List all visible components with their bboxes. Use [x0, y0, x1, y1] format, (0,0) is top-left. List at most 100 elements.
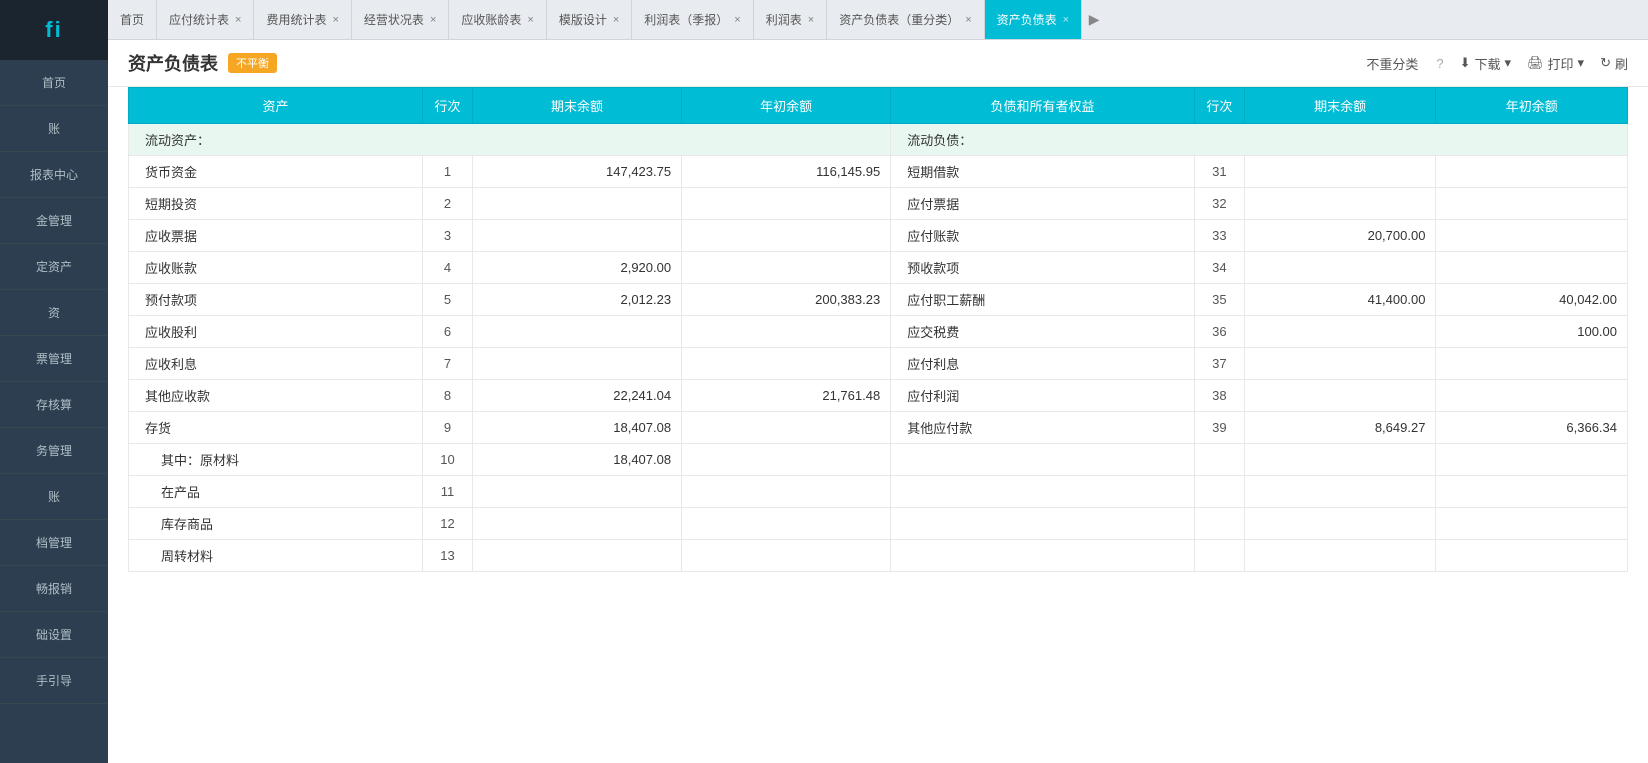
end-balance-right[interactable]: 20,700.00: [1244, 220, 1436, 252]
end-balance-right[interactable]: [1244, 156, 1436, 188]
sidebar-item-invoice-mgmt[interactable]: 票管理: [0, 336, 108, 382]
end-balance-right[interactable]: [1244, 380, 1436, 412]
begin-balance-left[interactable]: [682, 412, 891, 444]
sidebar-item-archive[interactable]: 档管理: [0, 520, 108, 566]
sidebar-item-fixed-assets[interactable]: 定资产: [0, 244, 108, 290]
close-icon[interactable]: ×: [734, 14, 740, 26]
sidebar-item-basic-settings[interactable]: 础设置: [0, 612, 108, 658]
end-balance-left[interactable]: [472, 540, 681, 572]
end-balance-right[interactable]: [1244, 188, 1436, 220]
close-icon[interactable]: ×: [808, 14, 814, 26]
begin-balance-right[interactable]: [1436, 476, 1628, 508]
table-row: 存货 9 18,407.08 其他应付款 39 8,649.27 6,366.3…: [129, 412, 1628, 444]
col-row-num-left: 行次: [422, 88, 472, 124]
sidebar-item-home[interactable]: 首页: [0, 60, 108, 106]
tab-profit-quarterly[interactable]: 利润表（季报） ×: [632, 0, 753, 40]
end-balance-right[interactable]: [1244, 348, 1436, 380]
end-balance-left[interactable]: 147,423.75: [472, 156, 681, 188]
close-icon[interactable]: ×: [1063, 14, 1069, 26]
refresh-button[interactable]: ↻ 刷: [1600, 54, 1628, 73]
begin-balance-left[interactable]: [682, 188, 891, 220]
end-balance-right[interactable]: [1244, 316, 1436, 348]
end-balance-left[interactable]: [472, 348, 681, 380]
close-icon[interactable]: ×: [430, 14, 436, 26]
end-balance-left[interactable]: [472, 316, 681, 348]
begin-balance-right[interactable]: [1436, 252, 1628, 284]
begin-balance-left[interactable]: [682, 540, 891, 572]
begin-balance-right[interactable]: [1436, 508, 1628, 540]
print-button[interactable]: 🖨 打印 ▾: [1527, 54, 1584, 73]
sidebar-item-ledger[interactable]: 账: [0, 474, 108, 520]
tabs-scroll-arrow[interactable]: ▶: [1082, 11, 1106, 28]
begin-balance-right[interactable]: [1436, 380, 1628, 412]
close-icon[interactable]: ×: [965, 14, 971, 26]
row-num-right: [1194, 508, 1244, 540]
begin-balance-left[interactable]: [682, 252, 891, 284]
close-icon[interactable]: ×: [235, 14, 241, 26]
sidebar-item-account[interactable]: 账: [0, 106, 108, 152]
row-num-right: [1194, 476, 1244, 508]
tab-template-design[interactable]: 模版设计 ×: [547, 0, 632, 40]
end-balance-left[interactable]: 18,407.08: [472, 412, 681, 444]
begin-balance-right[interactable]: [1436, 156, 1628, 188]
begin-balance-right[interactable]: [1436, 540, 1628, 572]
end-balance-left[interactable]: 2,920.00: [472, 252, 681, 284]
close-icon[interactable]: ×: [613, 14, 619, 26]
sidebar-item-report-center[interactable]: 报表中心: [0, 152, 108, 198]
tab-home[interactable]: 首页: [108, 0, 157, 40]
end-balance-left[interactable]: 18,407.08: [472, 444, 681, 476]
end-balance-left[interactable]: [472, 220, 681, 252]
row-num-left: 5: [422, 284, 472, 316]
end-balance-left[interactable]: 2,012.23: [472, 284, 681, 316]
row-num-left: 10: [422, 444, 472, 476]
begin-balance-right[interactable]: 100.00: [1436, 316, 1628, 348]
tab-operation[interactable]: 经营状况表 ×: [352, 0, 449, 40]
begin-balance-left[interactable]: [682, 316, 891, 348]
begin-balance-left[interactable]: 21,761.48: [682, 380, 891, 412]
tab-expense-stat[interactable]: 费用统计表 ×: [254, 0, 351, 40]
liability-label: 短期借款: [891, 156, 1195, 188]
begin-balance-left[interactable]: [682, 508, 891, 540]
begin-balance-left[interactable]: [682, 444, 891, 476]
begin-balance-left[interactable]: [682, 348, 891, 380]
begin-balance-right[interactable]: [1436, 444, 1628, 476]
help-icon[interactable]: ?: [1436, 56, 1443, 71]
table-row: 预付款项 5 2,012.23 200,383.23 应付职工薪酬 35 41,…: [129, 284, 1628, 316]
begin-balance-left[interactable]: 200,383.23: [682, 284, 891, 316]
begin-balance-right[interactable]: [1436, 348, 1628, 380]
close-icon[interactable]: ×: [332, 14, 338, 26]
download-button[interactable]: ⬇ 下载 ▾: [1460, 54, 1511, 73]
close-icon[interactable]: ×: [527, 14, 533, 26]
end-balance-right[interactable]: [1244, 476, 1436, 508]
tab-receivable-aging[interactable]: 应收账龄表 ×: [449, 0, 546, 40]
end-balance-right[interactable]: 41,400.00: [1244, 284, 1436, 316]
tab-balance-reclassify[interactable]: 资产负债表（重分类） ×: [827, 0, 984, 40]
liability-label: [891, 540, 1195, 572]
begin-balance-right[interactable]: 40,042.00: [1436, 284, 1628, 316]
end-balance-left[interactable]: 22,241.04: [472, 380, 681, 412]
begin-balance-left[interactable]: [682, 220, 891, 252]
sidebar-item-guide[interactable]: 手引导: [0, 658, 108, 704]
tab-payable-stat[interactable]: 应付统计表 ×: [157, 0, 254, 40]
end-balance-right[interactable]: [1244, 540, 1436, 572]
begin-balance-right[interactable]: [1436, 220, 1628, 252]
begin-balance-left[interactable]: 116,145.95: [682, 156, 891, 188]
sidebar-item-finance-mgmt[interactable]: 金管理: [0, 198, 108, 244]
end-balance-left[interactable]: [472, 508, 681, 540]
sidebar-item-inventory[interactable]: 存核算: [0, 382, 108, 428]
end-balance-right[interactable]: [1244, 508, 1436, 540]
end-balance-left[interactable]: [472, 476, 681, 508]
sidebar-item-capital[interactable]: 资: [0, 290, 108, 336]
end-balance-left[interactable]: [472, 188, 681, 220]
main-area: 首页 应付统计表 × 费用统计表 × 经营状况表 × 应收账龄表 × 模版设计 …: [108, 0, 1648, 763]
begin-balance-left[interactable]: [682, 476, 891, 508]
end-balance-right[interactable]: [1244, 444, 1436, 476]
begin-balance-right[interactable]: [1436, 188, 1628, 220]
sidebar-item-tax-mgmt[interactable]: 务管理: [0, 428, 108, 474]
sidebar-item-expense[interactable]: 畅报销: [0, 566, 108, 612]
tab-profit[interactable]: 利润表 ×: [754, 0, 827, 40]
end-balance-right[interactable]: [1244, 252, 1436, 284]
begin-balance-right[interactable]: 6,366.34: [1436, 412, 1628, 444]
tab-balance[interactable]: 资产负债表 ×: [985, 0, 1082, 40]
end-balance-right[interactable]: 8,649.27: [1244, 412, 1436, 444]
